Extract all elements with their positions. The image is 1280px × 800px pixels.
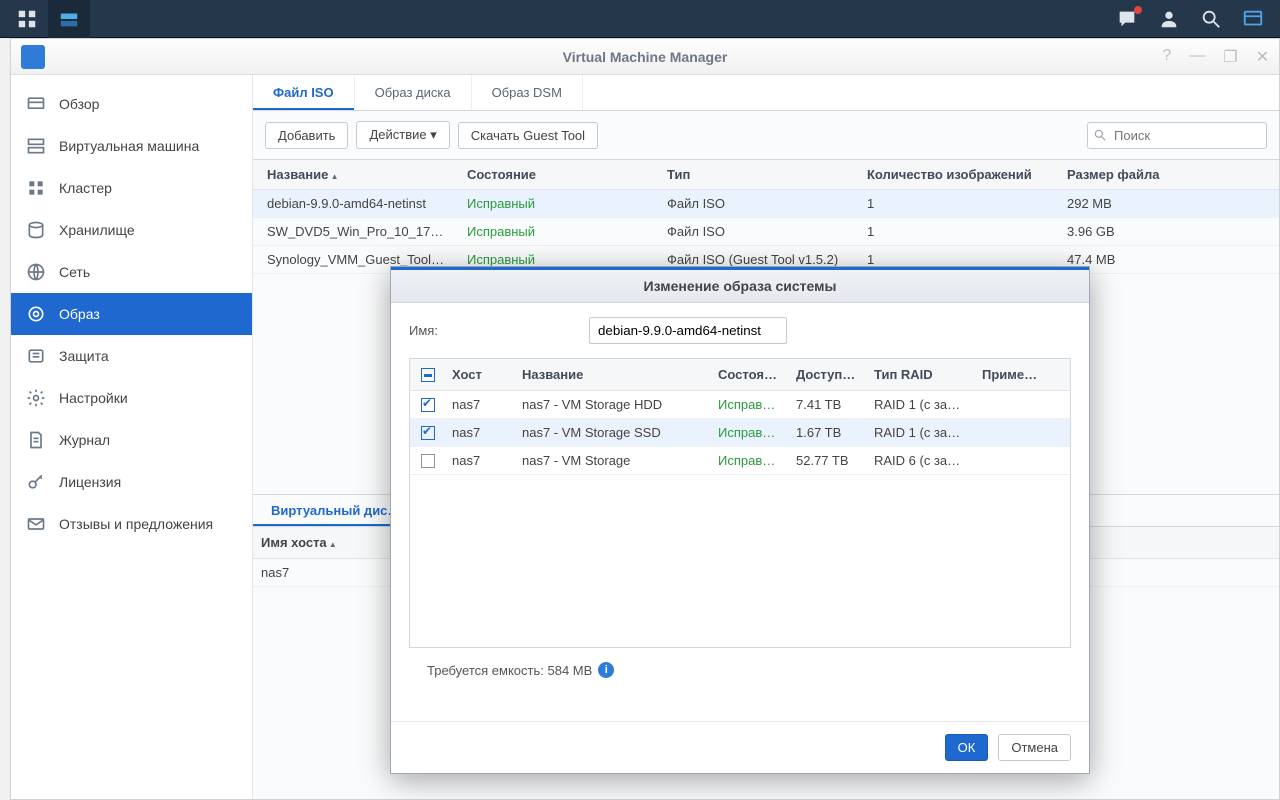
gear-icon <box>25 387 47 409</box>
maximize-icon[interactable]: ❐ <box>1219 43 1241 71</box>
grid-col-size[interactable]: Размер файла <box>1061 167 1271 182</box>
dashboard-icon[interactable] <box>1232 0 1274 38</box>
system-taskbar <box>0 0 1280 38</box>
iso-grid: Название Состояние Тип Количество изобра… <box>253 159 1279 274</box>
edit-image-dialog: Изменение образа системы Имя: Хост Назва… <box>390 266 1090 774</box>
mail-icon <box>25 513 47 535</box>
grid-col-type[interactable]: Тип <box>661 167 861 182</box>
sidebar-item-label: Обзор <box>59 96 99 112</box>
sidebar-item-cluster[interactable]: Кластер <box>11 167 252 209</box>
name-input[interactable] <box>589 317 787 344</box>
grid-row[interactable]: debian-9.9.0-amd64-netinst Исправный Фай… <box>253 190 1279 218</box>
storage-row[interactable]: nas7 nas7 - VM Storage SSD Исправ… 1.67 … <box>410 419 1070 447</box>
col-state[interactable]: Состоя… <box>712 367 790 382</box>
col-avail[interactable]: Доступ… <box>790 367 868 382</box>
chat-icon[interactable] <box>1106 0 1148 38</box>
storage-grid-header: Хост Название Состоя… Доступ… Тип RAID П… <box>410 359 1070 391</box>
app-icon <box>21 45 45 69</box>
menu-icon[interactable] <box>6 0 48 38</box>
search-input[interactable] <box>1087 122 1267 149</box>
cancel-button[interactable]: Отмена <box>998 734 1071 761</box>
sidebar-item-label: Сеть <box>59 264 90 280</box>
search-icon[interactable] <box>1190 0 1232 38</box>
sidebar: Обзор Виртуальная машина Кластер Хранили… <box>11 75 253 799</box>
search-icon <box>1093 128 1107 145</box>
help-icon[interactable]: ? <box>1158 43 1175 71</box>
sidebar-item-label: Кластер <box>59 180 112 196</box>
grid-header: Название Состояние Тип Количество изобра… <box>253 160 1279 190</box>
overview-icon <box>25 93 47 115</box>
sidebar-item-settings[interactable]: Настройки <box>11 377 252 419</box>
image-icon <box>25 303 47 325</box>
add-button[interactable]: Добавить <box>265 122 348 149</box>
tabs: Файл ISO Образ диска Образ DSM <box>253 75 1279 111</box>
col-note[interactable]: Приме… <box>976 367 1070 382</box>
app-taskbar-icon[interactable] <box>48 0 90 38</box>
row-checkbox[interactable] <box>421 398 435 412</box>
dialog-title: Изменение образа системы <box>391 267 1089 303</box>
tab-iso[interactable]: Файл ISO <box>253 75 355 110</box>
sidebar-item-license[interactable]: Лицензия <box>11 461 252 503</box>
col-host[interactable]: Хост <box>446 367 516 382</box>
titlebar: Virtual Machine Manager ? — ❐ ✕ <box>11 39 1279 75</box>
row-checkbox[interactable] <box>421 426 435 440</box>
search-box <box>1087 122 1267 149</box>
sidebar-item-label: Отзывы и предложения <box>59 516 213 532</box>
col-name[interactable]: Название <box>516 367 712 382</box>
sidebar-item-label: Лицензия <box>59 474 121 490</box>
shield-icon <box>25 345 47 367</box>
storage-row[interactable]: nas7 nas7 - VM Storage Исправ… 52.77 TB … <box>410 447 1070 475</box>
sidebar-item-image[interactable]: Образ <box>11 293 252 335</box>
grid-row[interactable]: SW_DVD5_Win_Pro_10_17… Исправный Файл IS… <box>253 218 1279 246</box>
tab-dsm-image[interactable]: Образ DSM <box>472 75 583 110</box>
sidebar-item-label: Журнал <box>59 432 110 448</box>
chevron-down-icon: ▾ <box>430 127 437 142</box>
name-label: Имя: <box>409 323 589 338</box>
close-icon[interactable]: ✕ <box>1252 43 1273 71</box>
storage-icon <box>25 219 47 241</box>
sidebar-item-label: Хранилище <box>59 222 135 238</box>
sidebar-item-overview[interactable]: Обзор <box>11 83 252 125</box>
log-icon <box>25 429 47 451</box>
window-title: Virtual Machine Manager <box>11 49 1279 65</box>
download-guest-tool-button[interactable]: Скачать Guest Tool <box>458 122 598 149</box>
select-all-checkbox[interactable] <box>421 368 435 382</box>
sidebar-item-vm[interactable]: Виртуальная машина <box>11 125 252 167</box>
sidebar-item-label: Виртуальная машина <box>59 138 199 154</box>
key-icon <box>25 471 47 493</box>
sidebar-item-feedback[interactable]: Отзывы и предложения <box>11 503 252 545</box>
storage-grid: Хост Название Состоя… Доступ… Тип RAID П… <box>409 358 1071 648</box>
minimize-icon[interactable]: — <box>1185 43 1209 71</box>
grid-col-count[interactable]: Количество изображений <box>861 167 1061 182</box>
server-icon <box>25 135 47 157</box>
tab-disk-image[interactable]: Образ диска <box>355 75 472 110</box>
storage-row[interactable]: nas7 nas7 - VM Storage HDD Исправ… 7.41 … <box>410 391 1070 419</box>
grid-col-state[interactable]: Состояние <box>461 167 661 182</box>
cluster-icon <box>25 177 47 199</box>
sidebar-item-label: Защита <box>59 348 109 364</box>
grid-col-name[interactable]: Название <box>261 167 461 182</box>
action-button[interactable]: Действие ▾ <box>356 121 449 149</box>
network-icon <box>25 261 47 283</box>
sidebar-item-log[interactable]: Журнал <box>11 419 252 461</box>
row-checkbox[interactable] <box>421 454 435 468</box>
user-icon[interactable] <box>1148 0 1190 38</box>
col-raid[interactable]: Тип RAID <box>868 367 976 382</box>
toolbar: Добавить Действие ▾ Скачать Guest Tool <box>253 111 1279 159</box>
sidebar-item-label: Образ <box>59 306 100 322</box>
sidebar-item-storage[interactable]: Хранилище <box>11 209 252 251</box>
sidebar-item-network[interactable]: Сеть <box>11 251 252 293</box>
ok-button[interactable]: ОК <box>945 734 989 761</box>
required-capacity: Требуется емкость: 584 MB i <box>427 662 1053 678</box>
info-icon[interactable]: i <box>598 662 614 678</box>
sidebar-item-label: Настройки <box>59 390 128 406</box>
sidebar-item-protection[interactable]: Защита <box>11 335 252 377</box>
